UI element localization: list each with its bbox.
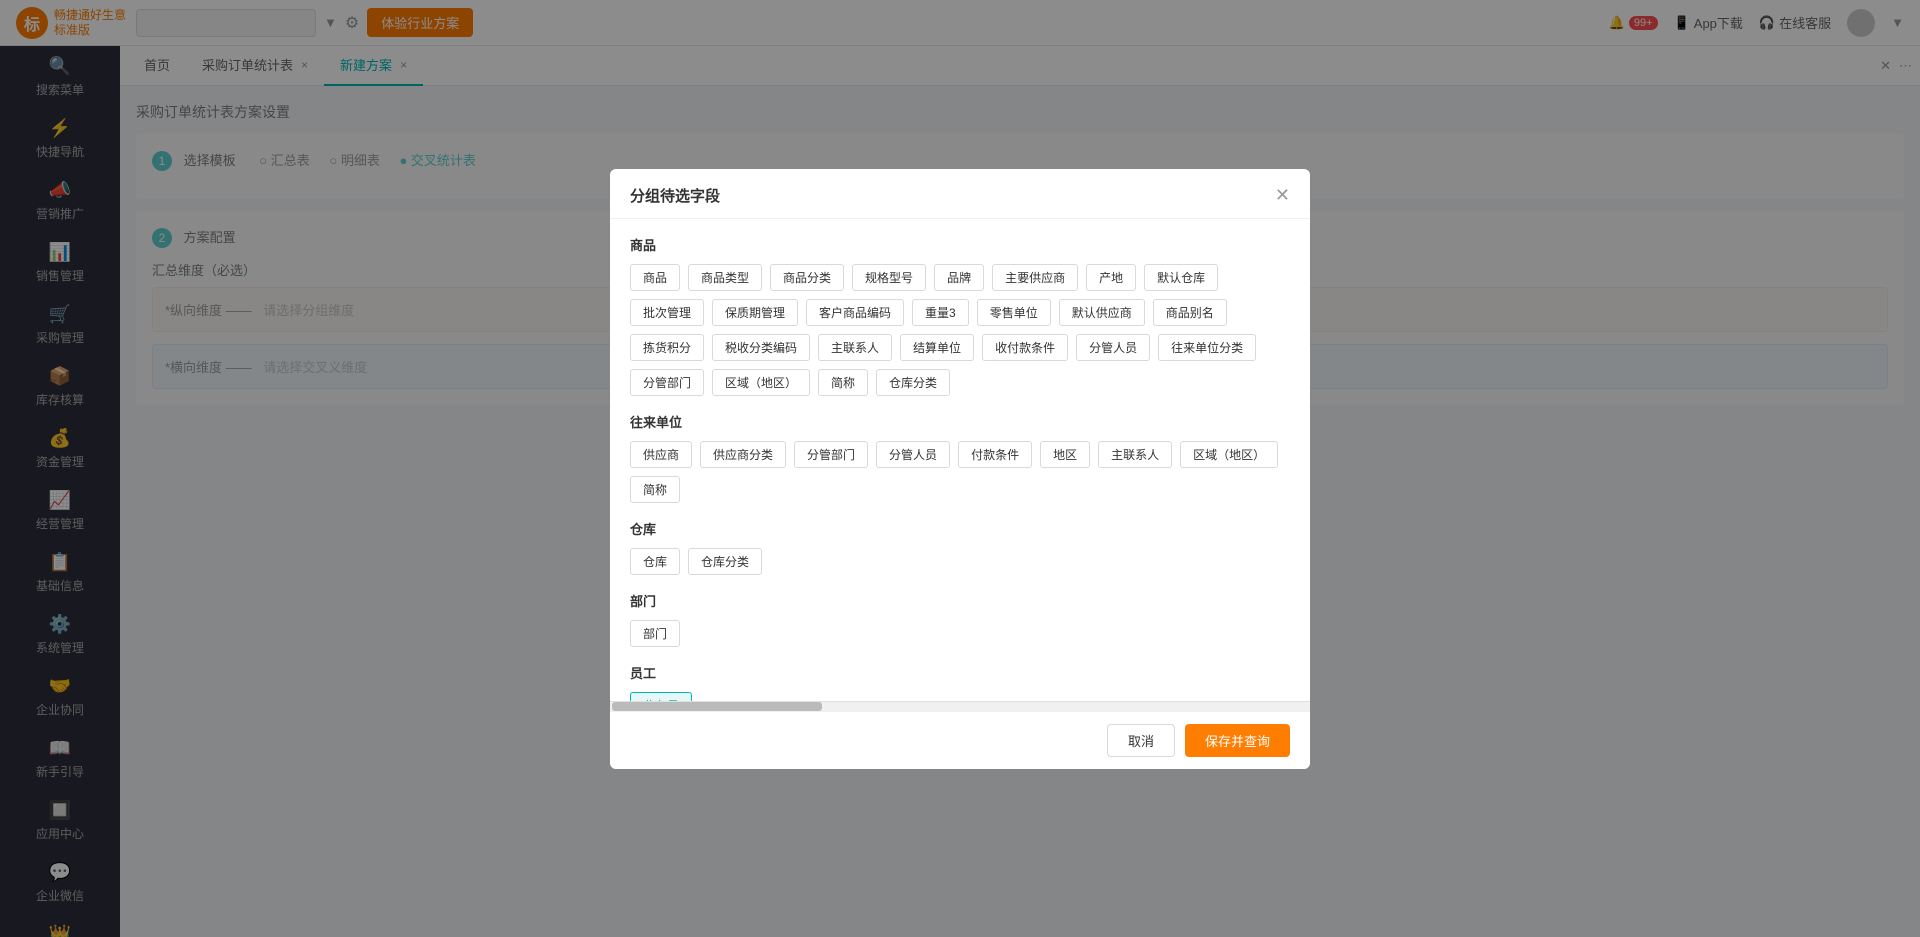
tag-customer-code[interactable]: 客户商品编码 <box>806 299 904 326</box>
tag-warehouse[interactable]: 仓库 <box>630 548 680 575</box>
counterpart-tags: 供应商 供应商分类 分管部门 分管人员 付款条件 地区 主联系人 区域（地区） … <box>630 441 1290 503</box>
product-tags: 商品 商品类型 商品分类 规格型号 品牌 主要供应商 产地 默认仓库 批次管理 … <box>630 264 1290 396</box>
modal-body: 商品 商品 商品类型 商品分类 规格型号 品牌 主要供应商 产地 默认仓库 批次… <box>610 219 1310 701</box>
tag-product-category[interactable]: 商品分类 <box>770 264 844 291</box>
tag-origin[interactable]: 产地 <box>1086 264 1136 291</box>
tag-default-warehouse[interactable]: 默认仓库 <box>1144 264 1218 291</box>
modal: 分组待选字段 ✕ 商品 商品 商品类型 商品分类 规格型号 品牌 主要供应商 产… <box>610 169 1310 769</box>
section-counterpart-label: 往来单位 <box>630 412 1290 431</box>
tag-counterpart-category[interactable]: 往来单位分类 <box>1158 334 1256 361</box>
tag-abbr2[interactable]: 简称 <box>630 476 680 503</box>
tag-expiry[interactable]: 保质期管理 <box>712 299 798 326</box>
section-product-label: 商品 <box>630 235 1290 254</box>
tag-district[interactable]: 地区 <box>1040 441 1090 468</box>
section-product: 商品 商品 商品类型 商品分类 规格型号 品牌 主要供应商 产地 默认仓库 批次… <box>630 235 1290 396</box>
tag-weight3[interactable]: 重量3 <box>912 299 969 326</box>
tag-spec-model[interactable]: 规格型号 <box>852 264 926 291</box>
tag-warehouse-category[interactable]: 仓库分类 <box>688 548 762 575</box>
modal-footer: 取消 保存并查询 <box>610 711 1310 769</box>
tag-product[interactable]: 商品 <box>630 264 680 291</box>
tag-payment-terms[interactable]: 收付款条件 <box>982 334 1068 361</box>
tag-main-contact2[interactable]: 主联系人 <box>1098 441 1172 468</box>
cancel-button[interactable]: 取消 <box>1107 724 1175 757</box>
tag-department[interactable]: 部门 <box>630 620 680 647</box>
section-counterpart: 往来单位 供应商 供应商分类 分管部门 分管人员 付款条件 地区 主联系人 区域… <box>630 412 1290 503</box>
section-warehouse: 仓库 仓库 仓库分类 <box>630 519 1290 575</box>
section-warehouse-label: 仓库 <box>630 519 1290 538</box>
warehouse-tags: 仓库 仓库分类 <box>630 548 1290 575</box>
tag-region[interactable]: 区域（地区） <box>712 369 810 396</box>
section-employee: 员工 业务员 <box>630 663 1290 701</box>
section-department-label: 部门 <box>630 591 1290 610</box>
employee-tags: 业务员 <box>630 692 1290 701</box>
save-query-button[interactable]: 保存并查询 <box>1185 724 1290 757</box>
modal-close-icon[interactable]: ✕ <box>1275 185 1290 206</box>
modal-title: 分组待选字段 <box>630 185 720 206</box>
tag-batch[interactable]: 批次管理 <box>630 299 704 326</box>
section-department: 部门 部门 <box>630 591 1290 647</box>
modal-overlay: 分组待选字段 ✕ 商品 商品 商品类型 商品分类 规格型号 品牌 主要供应商 产… <box>0 0 1920 937</box>
tag-pick-points[interactable]: 拣货积分 <box>630 334 704 361</box>
tag-main-supplier[interactable]: 主要供应商 <box>992 264 1078 291</box>
tag-supplier[interactable]: 供应商 <box>630 441 692 468</box>
tag-brand[interactable]: 品牌 <box>934 264 984 291</box>
tag-abbr[interactable]: 简称 <box>818 369 868 396</box>
tag-main-contact[interactable]: 主联系人 <box>818 334 892 361</box>
tag-manage-dept[interactable]: 分管部门 <box>794 441 868 468</box>
department-tags: 部门 <box>630 620 1290 647</box>
tag-dept[interactable]: 分管部门 <box>630 369 704 396</box>
tag-warehouse-cat[interactable]: 仓库分类 <box>876 369 950 396</box>
modal-header: 分组待选字段 ✕ <box>610 169 1310 219</box>
tag-product-alias[interactable]: 商品别名 <box>1153 299 1227 326</box>
tag-default-supplier[interactable]: 默认供应商 <box>1059 299 1145 326</box>
section-employee-label: 员工 <box>630 663 1290 682</box>
tag-settle-unit[interactable]: 结算单位 <box>900 334 974 361</box>
tag-supplier-category[interactable]: 供应商分类 <box>700 441 786 468</box>
tag-region2[interactable]: 区域（地区） <box>1180 441 1278 468</box>
tag-pay-terms[interactable]: 付款条件 <box>958 441 1032 468</box>
tag-manage-person[interactable]: 分管人员 <box>876 441 950 468</box>
tag-salesperson[interactable]: 业务员 <box>630 692 692 701</box>
tag-tax-code[interactable]: 税收分类编码 <box>712 334 810 361</box>
tag-retail-unit[interactable]: 零售单位 <box>977 299 1051 326</box>
tag-manager[interactable]: 分管人员 <box>1076 334 1150 361</box>
modal-hscrollbar[interactable] <box>610 701 1310 711</box>
tag-product-type[interactable]: 商品类型 <box>688 264 762 291</box>
